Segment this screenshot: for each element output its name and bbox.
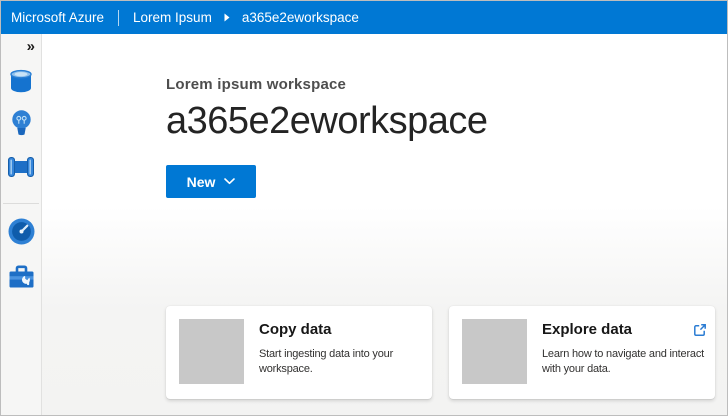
pipeline-icon [7,155,35,185]
quick-start-cards: Copy data Start ingesting data into your… [166,306,727,399]
chevron-down-icon [224,178,236,185]
card-title: Explore data [542,321,633,338]
azure-workspace-window: Microsoft Azure Lorem Ipsum a365e2eworks… [0,0,728,416]
card-title: Copy data [259,321,332,338]
topbar-divider [118,9,120,26]
sidebar-expand-button[interactable]: » [27,38,35,56]
card-text-block: Explore data Learn how to navigate and i… [542,319,705,377]
new-button[interactable]: New [166,165,256,198]
sidebar-item-data[interactable] [1,68,41,100]
sidebar-item-manage[interactable] [1,263,41,297]
external-link-icon[interactable] [693,323,707,337]
sidebar-item-develop[interactable] [1,109,41,142]
left-nav-sidebar: » [1,34,42,415]
card-explore-data[interactable]: Explore data Learn how to navigate and i… [449,306,715,399]
card-description: Learn how to navigate and interact with … [542,348,704,375]
card-copy-data[interactable]: Copy data Start ingesting data into your… [166,306,432,399]
breadcrumb-parent[interactable]: Lorem Ipsum [133,10,212,25]
toolbox-icon [7,263,36,297]
card-text-block: Copy data Start ingesting data into your… [259,319,422,377]
breadcrumb-arrow-icon [224,13,230,22]
brand-microsoft-azure[interactable]: Microsoft Azure [11,10,104,25]
new-button-label: New [186,173,216,190]
top-bar: Microsoft Azure Lorem Ipsum a365e2eworks… [1,1,727,34]
main-content: Lorem ipsum workspace a365e2eworkspace N… [42,34,727,415]
sidebar-item-integrate[interactable] [1,155,41,185]
card-thumbnail-placeholder [179,319,244,384]
lightbulb-icon [9,109,34,142]
sidebar-divider [3,203,39,204]
workspace-subtitle: Lorem ipsum workspace [166,76,347,93]
card-thumbnail-placeholder [462,319,527,384]
sidebar-item-monitor[interactable] [1,217,41,251]
breadcrumb-current[interactable]: a365e2eworkspace [242,10,359,25]
page-title: a365e2eworkspace [166,100,488,142]
window-body: » Lorem ipsum workspace a365e2eworkspace… [1,34,727,415]
card-description: Start ingesting data into your workspace… [259,348,394,375]
database-icon [8,68,34,100]
gauge-icon [7,217,36,251]
